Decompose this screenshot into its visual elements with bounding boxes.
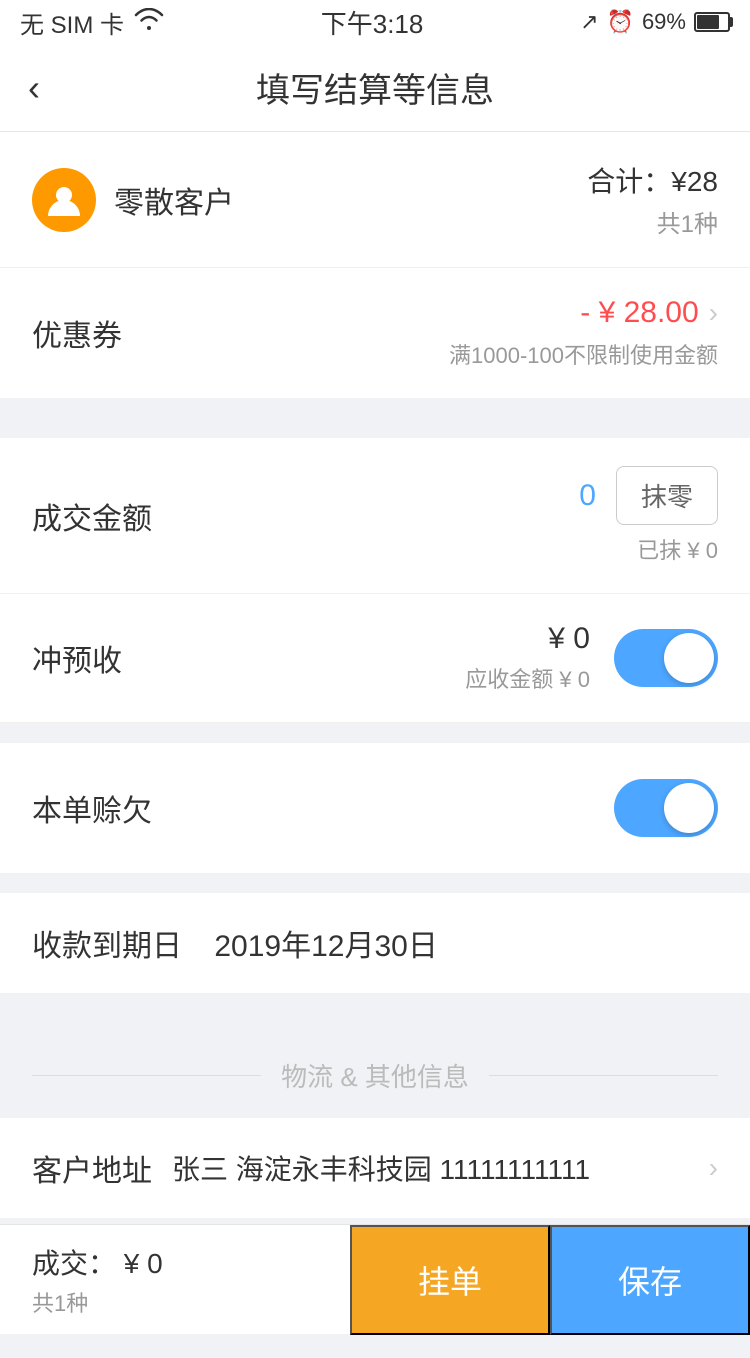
customer-name: 零散客户 (114, 178, 234, 222)
logistics-line-right (489, 1075, 718, 1076)
wifi-icon (134, 8, 164, 37)
alarm-icon: ⏰ (607, 9, 634, 35)
battery-text: 69% (642, 9, 686, 35)
due-date-label: 收款到期日 (32, 930, 182, 963)
prepay-label: 冲预收 (32, 636, 122, 680)
customer-right: 合计：¥28 共1种 (587, 160, 718, 239)
coupon-row[interactable]: 优惠券 - ¥ 28.00 › 满1000-100不限制使用金额 (0, 267, 750, 398)
already-rounded-label: 已抹 ¥ 0 (637, 533, 718, 565)
address-label: 客户地址 (32, 1146, 152, 1190)
address-value: 张三 海淀永丰科技园 11111111111 (172, 1148, 709, 1188)
bottom-deal-row: 成交： ¥ 0 (32, 1242, 318, 1282)
debt-section: 本单赊欠 (0, 743, 750, 873)
toggle-knob-debt (664, 783, 714, 833)
logistics-line-left (32, 1075, 261, 1076)
battery-icon (694, 12, 730, 32)
transaction-section: 成交金额 0 抹零 已抹 ¥ 0 冲预收 ¥ 0 应收金额 ¥ 0 (0, 438, 750, 723)
prepay-toggle[interactable] (614, 629, 718, 687)
status-right: ↗ ⏰ 69% (580, 9, 730, 35)
coupon-description: 满1000-100不限制使用金额 (449, 338, 718, 370)
section-divider-1 (0, 418, 750, 438)
page-title: 填写结算等信息 (256, 63, 494, 112)
transaction-label: 成交金额 (32, 494, 152, 538)
coupon-chevron-icon: › (709, 297, 718, 329)
prepay-receivable-label: 应收金额 ¥ 0 (465, 662, 590, 694)
location-icon: ↗ (580, 9, 598, 35)
debt-toggle[interactable] (614, 779, 718, 837)
coupon-label: 优惠券 (32, 311, 122, 355)
due-date-section: 收款到期日 2019年12月30日 (0, 893, 750, 993)
carrier-text: 无 SIM 卡 (20, 5, 124, 40)
nav-bar: ‹ 填写结算等信息 (0, 44, 750, 132)
address-section[interactable]: 客户地址 张三 海淀永丰科技园 11111111111 › (0, 1118, 750, 1218)
coupon-discount: - ¥ 28.00 (580, 296, 698, 330)
customer-total: 合计：¥28 (587, 160, 718, 200)
transaction-value: 0 (579, 479, 596, 513)
prepay-amount: ¥ 0 (548, 622, 590, 656)
customer-left: 零散客户 (32, 168, 234, 232)
content: 零散客户 合计：¥28 共1种 优惠券 - ¥ 28.00 › 满1000-10… (0, 132, 750, 1358)
address-chevron-icon: › (709, 1152, 718, 1184)
due-date-value: 2019年12月30日 (214, 930, 437, 963)
toggle-knob (664, 633, 714, 683)
time-text: 下午3:18 (321, 4, 424, 41)
bottom-deal-label: 成交： (32, 1248, 116, 1279)
transaction-amount-row: 成交金额 0 抹零 已抹 ¥ 0 (0, 438, 750, 594)
section-divider-2 (0, 723, 750, 743)
prepay-row: 冲预收 ¥ 0 应收金额 ¥ 0 (0, 594, 750, 723)
status-left: 无 SIM 卡 (20, 5, 164, 40)
bottom-count: 共1种 (32, 1286, 318, 1318)
customer-count: 共1种 (587, 204, 718, 239)
bottom-deal-amount: ¥ 0 (124, 1248, 163, 1279)
save-button[interactable]: 保存 (550, 1225, 750, 1335)
debt-label: 本单赊欠 (32, 786, 152, 830)
section-divider-3 (0, 1013, 750, 1033)
customer-row: 零散客户 合计：¥28 共1种 (0, 132, 750, 267)
customer-avatar (32, 168, 96, 232)
hold-button[interactable]: 挂单 (350, 1225, 550, 1335)
status-bar: 无 SIM 卡 下午3:18 ↗ ⏰ 69% (0, 0, 750, 44)
logistics-divider: 物流 & 其他信息 (0, 1033, 750, 1118)
round-button[interactable]: 抹零 (616, 466, 718, 525)
logistics-label: 物流 & 其他信息 (281, 1057, 469, 1094)
bottom-info: 成交： ¥ 0 共1种 (0, 1242, 350, 1318)
customer-section: 零散客户 合计：¥28 共1种 优惠券 - ¥ 28.00 › 满1000-10… (0, 132, 750, 398)
back-button[interactable]: ‹ (28, 67, 40, 109)
bottom-bar: 成交： ¥ 0 共1种 挂单 保存 (0, 1224, 750, 1334)
